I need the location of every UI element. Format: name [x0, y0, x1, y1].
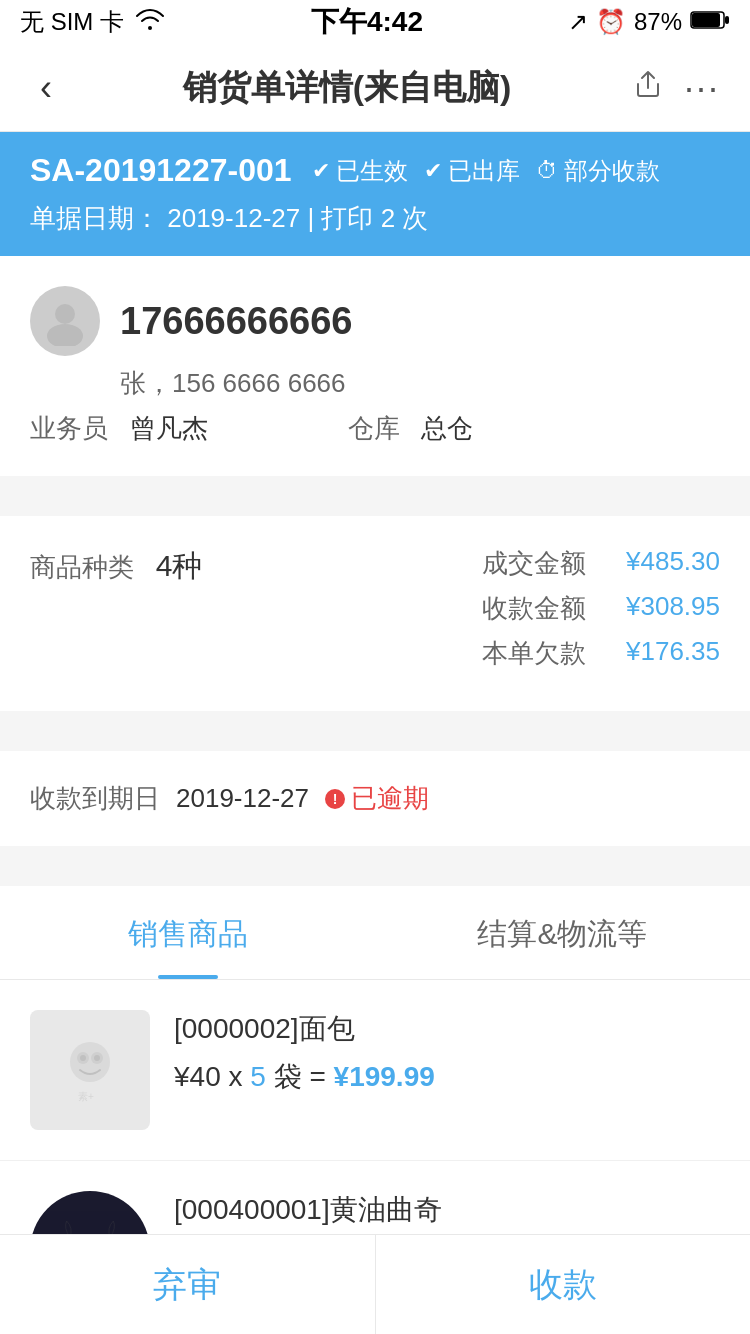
page-title: 销货单详情(来自电脑)	[62, 65, 632, 111]
svg-rect-2	[725, 16, 729, 24]
order-date: 单据日期： 2019-12-27 | 打印 2 次	[30, 201, 720, 236]
divider-2	[0, 731, 750, 751]
divider-1	[0, 496, 750, 516]
tab-settlement[interactable]: 结算&物流等	[375, 886, 750, 979]
customer-row: 17666666666	[30, 286, 720, 356]
warehouse-label: 仓库 总仓	[348, 411, 474, 446]
customer-section: 17666666666 张，156 6666 6666 业务员 曾凡杰 仓库 总…	[0, 256, 750, 476]
product-thumbnail-1: 素+	[30, 1010, 150, 1130]
badge-partial-payment: ⏱ 部分收款	[536, 155, 660, 187]
deal-amount-value: ¥485.30	[626, 546, 720, 581]
nav-right-icons: ···	[632, 67, 720, 109]
divider-3	[0, 866, 750, 886]
owed-amount-value: ¥176.35	[626, 636, 720, 671]
amount-section: 商品种类 4种 成交金额 ¥485.30 收款金额 ¥308.95 本单欠款 ¥…	[0, 516, 750, 711]
status-time: 下午4:42	[311, 3, 423, 41]
location-icon: ↗	[568, 8, 588, 36]
svg-point-8	[80, 1055, 86, 1061]
svg-point-5	[70, 1042, 110, 1082]
battery-icon	[690, 8, 730, 36]
tabs-section: 销售商品 结算&物流等	[0, 886, 750, 980]
customer-phone: 17666666666	[120, 300, 352, 343]
product-info-1: [0000002]面包 ¥40 x 5 袋 = ¥199.99	[174, 1010, 720, 1096]
svg-point-3	[55, 304, 75, 324]
status-bar: 无 SIM 卡 下午4:42 ↗ ⏰ 87%	[0, 0, 750, 44]
badge-activated: ✔ 已生效	[312, 155, 408, 187]
bottom-bar: 弃审 收款	[0, 1234, 750, 1334]
overdue-dot-icon: !	[325, 789, 345, 809]
more-icon[interactable]: ···	[684, 67, 720, 109]
cancel-button[interactable]: 弃审	[0, 1235, 376, 1334]
badge-shipped: ✔ 已出库	[424, 155, 520, 187]
salesperson-label: 业务员 曾凡杰	[30, 411, 208, 446]
deal-amount-row: 成交金额 ¥485.30	[482, 546, 720, 581]
owed-amount-row: 本单欠款 ¥176.35	[482, 636, 720, 671]
alarm-icon: ⏰	[596, 8, 626, 36]
clock-icon: ⏱	[536, 158, 558, 184]
due-date-section: 收款到期日 2019-12-27 ! 已逾期	[0, 751, 750, 846]
svg-point-9	[94, 1055, 100, 1061]
svg-point-4	[47, 324, 83, 346]
order-header: SA-20191227-001 ✔ 已生效 ✔ 已出库 ⏱ 部分收款 单据日期：…	[0, 132, 750, 256]
wifi-icon	[134, 8, 166, 36]
customer-meta: 业务员 曾凡杰 仓库 总仓	[30, 411, 720, 446]
status-right: ↗ ⏰ 87%	[568, 8, 730, 36]
check-icon-1: ✔	[312, 158, 330, 184]
customer-contact: 张，156 6666 6666	[120, 366, 720, 401]
product-types: 商品种类 4种	[30, 546, 202, 587]
nav-bar: ‹ 销货单详情(来自电脑) ···	[0, 44, 750, 132]
status-left: 无 SIM 卡	[20, 6, 166, 38]
received-amount-value: ¥308.95	[626, 591, 720, 626]
share-icon[interactable]	[632, 68, 664, 107]
amounts-right: 成交金额 ¥485.30 收款金额 ¥308.95 本单欠款 ¥176.35	[482, 546, 720, 681]
order-status-badges: ✔ 已生效 ✔ 已出库 ⏱ 部分收款	[312, 155, 660, 187]
tab-products[interactable]: 销售商品	[0, 886, 375, 979]
product-price-1: ¥40 x 5 袋 = ¥199.99	[174, 1058, 720, 1096]
confirm-button[interactable]: 收款	[376, 1235, 751, 1334]
avatar	[30, 286, 100, 356]
back-button[interactable]: ‹	[30, 57, 62, 119]
list-item: 素+ [0000002]面包 ¥40 x 5 袋 = ¥199.99	[0, 980, 750, 1161]
overdue-badge: ! 已逾期	[325, 781, 429, 816]
svg-rect-1	[692, 13, 720, 27]
tabs-row: 销售商品 结算&物流等	[0, 886, 750, 980]
check-icon-2: ✔	[424, 158, 442, 184]
order-number: SA-20191227-001	[30, 152, 292, 189]
received-amount-row: 收款金额 ¥308.95	[482, 591, 720, 626]
battery-text: 87%	[634, 8, 682, 36]
product-name-2: [000400001]黄油曲奇	[174, 1191, 720, 1229]
svg-text:素+: 素+	[78, 1091, 94, 1102]
product-name-1: [0000002]面包	[174, 1010, 720, 1048]
signal-text: 无 SIM 卡	[20, 6, 124, 38]
